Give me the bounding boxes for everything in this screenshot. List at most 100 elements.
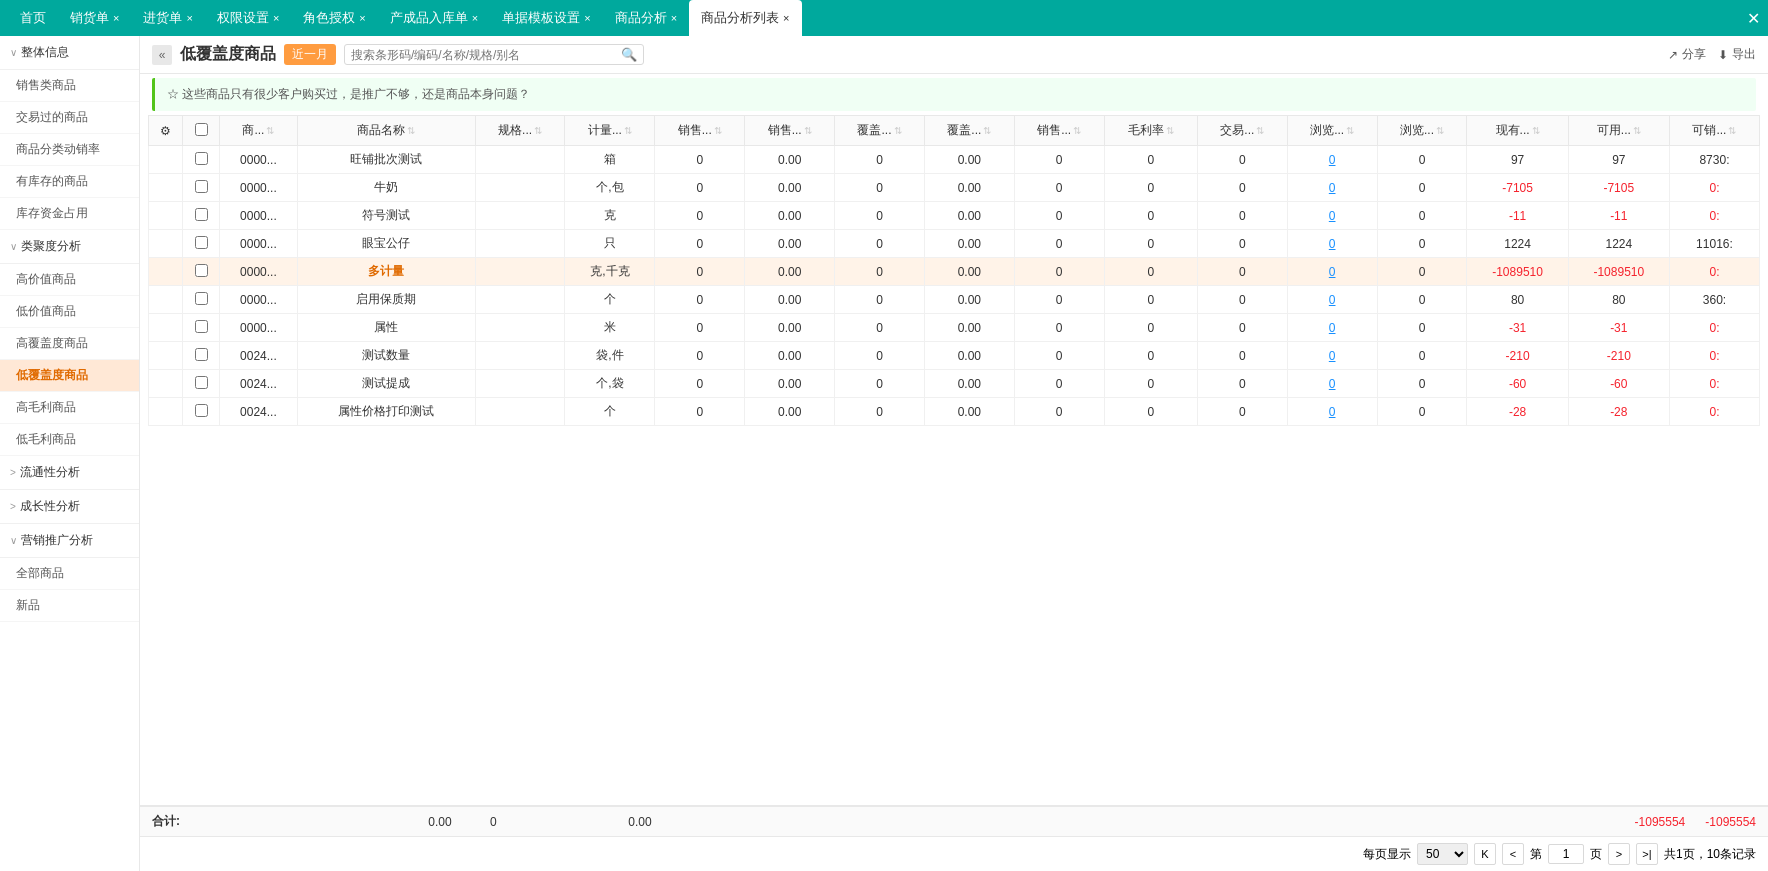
sidebar-item-low-margin[interactable]: 低毛利商品	[0, 424, 139, 456]
cell-cover1: 0	[835, 174, 925, 202]
cell-unit: 袋,件	[565, 342, 655, 370]
row-checkbox[interactable]	[195, 376, 208, 389]
last-page-button[interactable]: >|	[1636, 843, 1658, 865]
per-page-select[interactable]: 50 100 200	[1417, 843, 1468, 865]
row-checkbox[interactable]	[195, 180, 208, 193]
cell-name: 眼宝公仔	[297, 230, 475, 258]
nav-home[interactable]: 首页	[8, 0, 58, 36]
cell-checkbox	[182, 174, 219, 202]
row-checkbox[interactable]	[195, 292, 208, 305]
sidebar-item-stock-capital[interactable]: 库存资金占用	[0, 198, 139, 230]
data-table-container[interactable]: ⚙ 商...⇅ 商品名称⇅ 规格...⇅ 计量...⇅ 销售...⇅ 销售...…	[140, 115, 1768, 805]
cell-sale-qty: 0	[655, 370, 745, 398]
sidebar-item-in-stock[interactable]: 有库存的商品	[0, 166, 139, 198]
window-close-button[interactable]: ✕	[1747, 9, 1760, 28]
cell-browse2: 0	[1377, 342, 1467, 370]
cell-unit: 箱	[565, 146, 655, 174]
share-button[interactable]: ↗ 分享	[1668, 46, 1706, 63]
table-row: 0024... 测试数量 袋,件 0 0.00 0 0.00 0 0 0 0 0…	[149, 342, 1760, 370]
nav-close-warehouse[interactable]: ×	[472, 12, 478, 24]
cell-code: 0000...	[220, 230, 297, 258]
sidebar-collapse-button[interactable]: «	[152, 45, 172, 65]
cell-checkbox	[182, 342, 219, 370]
total-records: 共1页，10条记录	[1664, 846, 1756, 863]
prev-page-button[interactable]: <	[1502, 843, 1524, 865]
first-page-button[interactable]: K	[1474, 843, 1496, 865]
page-number-input[interactable]	[1548, 844, 1584, 864]
cell-code: 0024...	[220, 398, 297, 426]
sidebar-item-high-value[interactable]: 高价值商品	[0, 264, 139, 296]
sidebar-item-new-goods[interactable]: 新品	[0, 590, 139, 622]
cell-spec	[475, 146, 565, 174]
cell-browse2: 0	[1377, 258, 1467, 286]
cell-browse1[interactable]: 0	[1287, 146, 1377, 174]
cell-sale-amount: 0.00	[745, 370, 835, 398]
row-checkbox[interactable]	[195, 236, 208, 249]
cell-spec	[475, 258, 565, 286]
sidebar-section-flow[interactable]: > 流通性分析	[0, 456, 139, 490]
sidebar-item-all-goods[interactable]: 全部商品	[0, 558, 139, 590]
cell-settings	[149, 286, 183, 314]
sidebar-item-high-margin[interactable]: 高毛利商品	[0, 392, 139, 424]
sidebar-item-low-coverage[interactable]: 低覆盖度商品	[0, 360, 139, 392]
nav-close-sales[interactable]: ×	[113, 12, 119, 24]
row-checkbox[interactable]	[195, 348, 208, 361]
content-header: « 低覆盖度商品 近一月 🔍 ↗ 分享 ⬇ 导出	[140, 36, 1768, 74]
sidebar-item-category-rate[interactable]: 商品分类动销率	[0, 134, 139, 166]
select-all-checkbox[interactable]	[195, 123, 208, 136]
col-name: 商品名称⇅	[297, 116, 475, 146]
nav-close-permissions[interactable]: ×	[273, 12, 279, 24]
nav-close-purchase[interactable]: ×	[186, 12, 192, 24]
nav-close-analysis-list[interactable]: ×	[783, 12, 789, 24]
nav-template[interactable]: 单据模板设置 ×	[490, 0, 602, 36]
time-filter-button[interactable]: 近一月	[284, 44, 336, 65]
row-checkbox[interactable]	[195, 404, 208, 417]
cell-spec	[475, 342, 565, 370]
cell-browse1[interactable]: 0	[1287, 286, 1377, 314]
cell-browse1[interactable]: 0	[1287, 174, 1377, 202]
nav-permissions[interactable]: 权限设置 ×	[205, 0, 291, 36]
cell-browse1[interactable]: 0	[1287, 398, 1377, 426]
row-checkbox[interactable]	[195, 320, 208, 333]
sidebar-section-overall[interactable]: ∨ 整体信息	[0, 36, 139, 70]
cell-browse1[interactable]: 0	[1287, 370, 1377, 398]
cell-browse1[interactable]: 0	[1287, 230, 1377, 258]
cell-cover1: 0	[835, 202, 925, 230]
nav-analysis-list[interactable]: 商品分析列表 ×	[689, 0, 801, 36]
col-settings[interactable]: ⚙	[149, 116, 183, 146]
footer-sale-amount: 0.00	[410, 815, 470, 829]
nav-close-template[interactable]: ×	[584, 12, 590, 24]
cell-trade: 0	[1197, 398, 1287, 426]
cell-trade: 0	[1197, 174, 1287, 202]
nav-roles[interactable]: 角色授权 ×	[291, 0, 377, 36]
cell-browse1[interactable]: 0	[1287, 314, 1377, 342]
cell-gross: 0	[1104, 370, 1197, 398]
row-checkbox[interactable]	[195, 152, 208, 165]
nav-sales[interactable]: 销货单 ×	[58, 0, 131, 36]
sidebar-section-marketing[interactable]: ∨ 营销推广分析	[0, 524, 139, 558]
search-input[interactable]	[351, 48, 621, 62]
sidebar-section-growth[interactable]: > 成长性分析	[0, 490, 139, 524]
sidebar-item-traded-goods[interactable]: 交易过的商品	[0, 102, 139, 134]
page-label: 第	[1530, 846, 1542, 863]
cell-browse1[interactable]: 0	[1287, 258, 1377, 286]
sidebar-section-cluster[interactable]: ∨ 类聚度分析	[0, 230, 139, 264]
nav-close-roles[interactable]: ×	[359, 12, 365, 24]
cell-browse1[interactable]: 0	[1287, 202, 1377, 230]
cell-sale-amount: 0.00	[745, 146, 835, 174]
nav-purchase[interactable]: 进货单 ×	[131, 0, 204, 36]
next-page-button[interactable]: >	[1608, 843, 1630, 865]
nav-warehouse[interactable]: 产成品入库单 ×	[378, 0, 490, 36]
cell-trade: 0	[1197, 314, 1287, 342]
row-checkbox[interactable]	[195, 208, 208, 221]
export-button[interactable]: ⬇ 导出	[1718, 46, 1756, 63]
cell-gross: 0	[1104, 174, 1197, 202]
sidebar-item-high-coverage[interactable]: 高覆盖度商品	[0, 328, 139, 360]
nav-close-analysis[interactable]: ×	[671, 12, 677, 24]
row-checkbox[interactable]	[195, 264, 208, 277]
sidebar-item-sales-goods[interactable]: 销售类商品	[0, 70, 139, 102]
cell-browse1[interactable]: 0	[1287, 342, 1377, 370]
nav-analysis[interactable]: 商品分析 ×	[603, 0, 689, 36]
sidebar-item-low-value[interactable]: 低价值商品	[0, 296, 139, 328]
cell-trade: 0	[1197, 286, 1287, 314]
